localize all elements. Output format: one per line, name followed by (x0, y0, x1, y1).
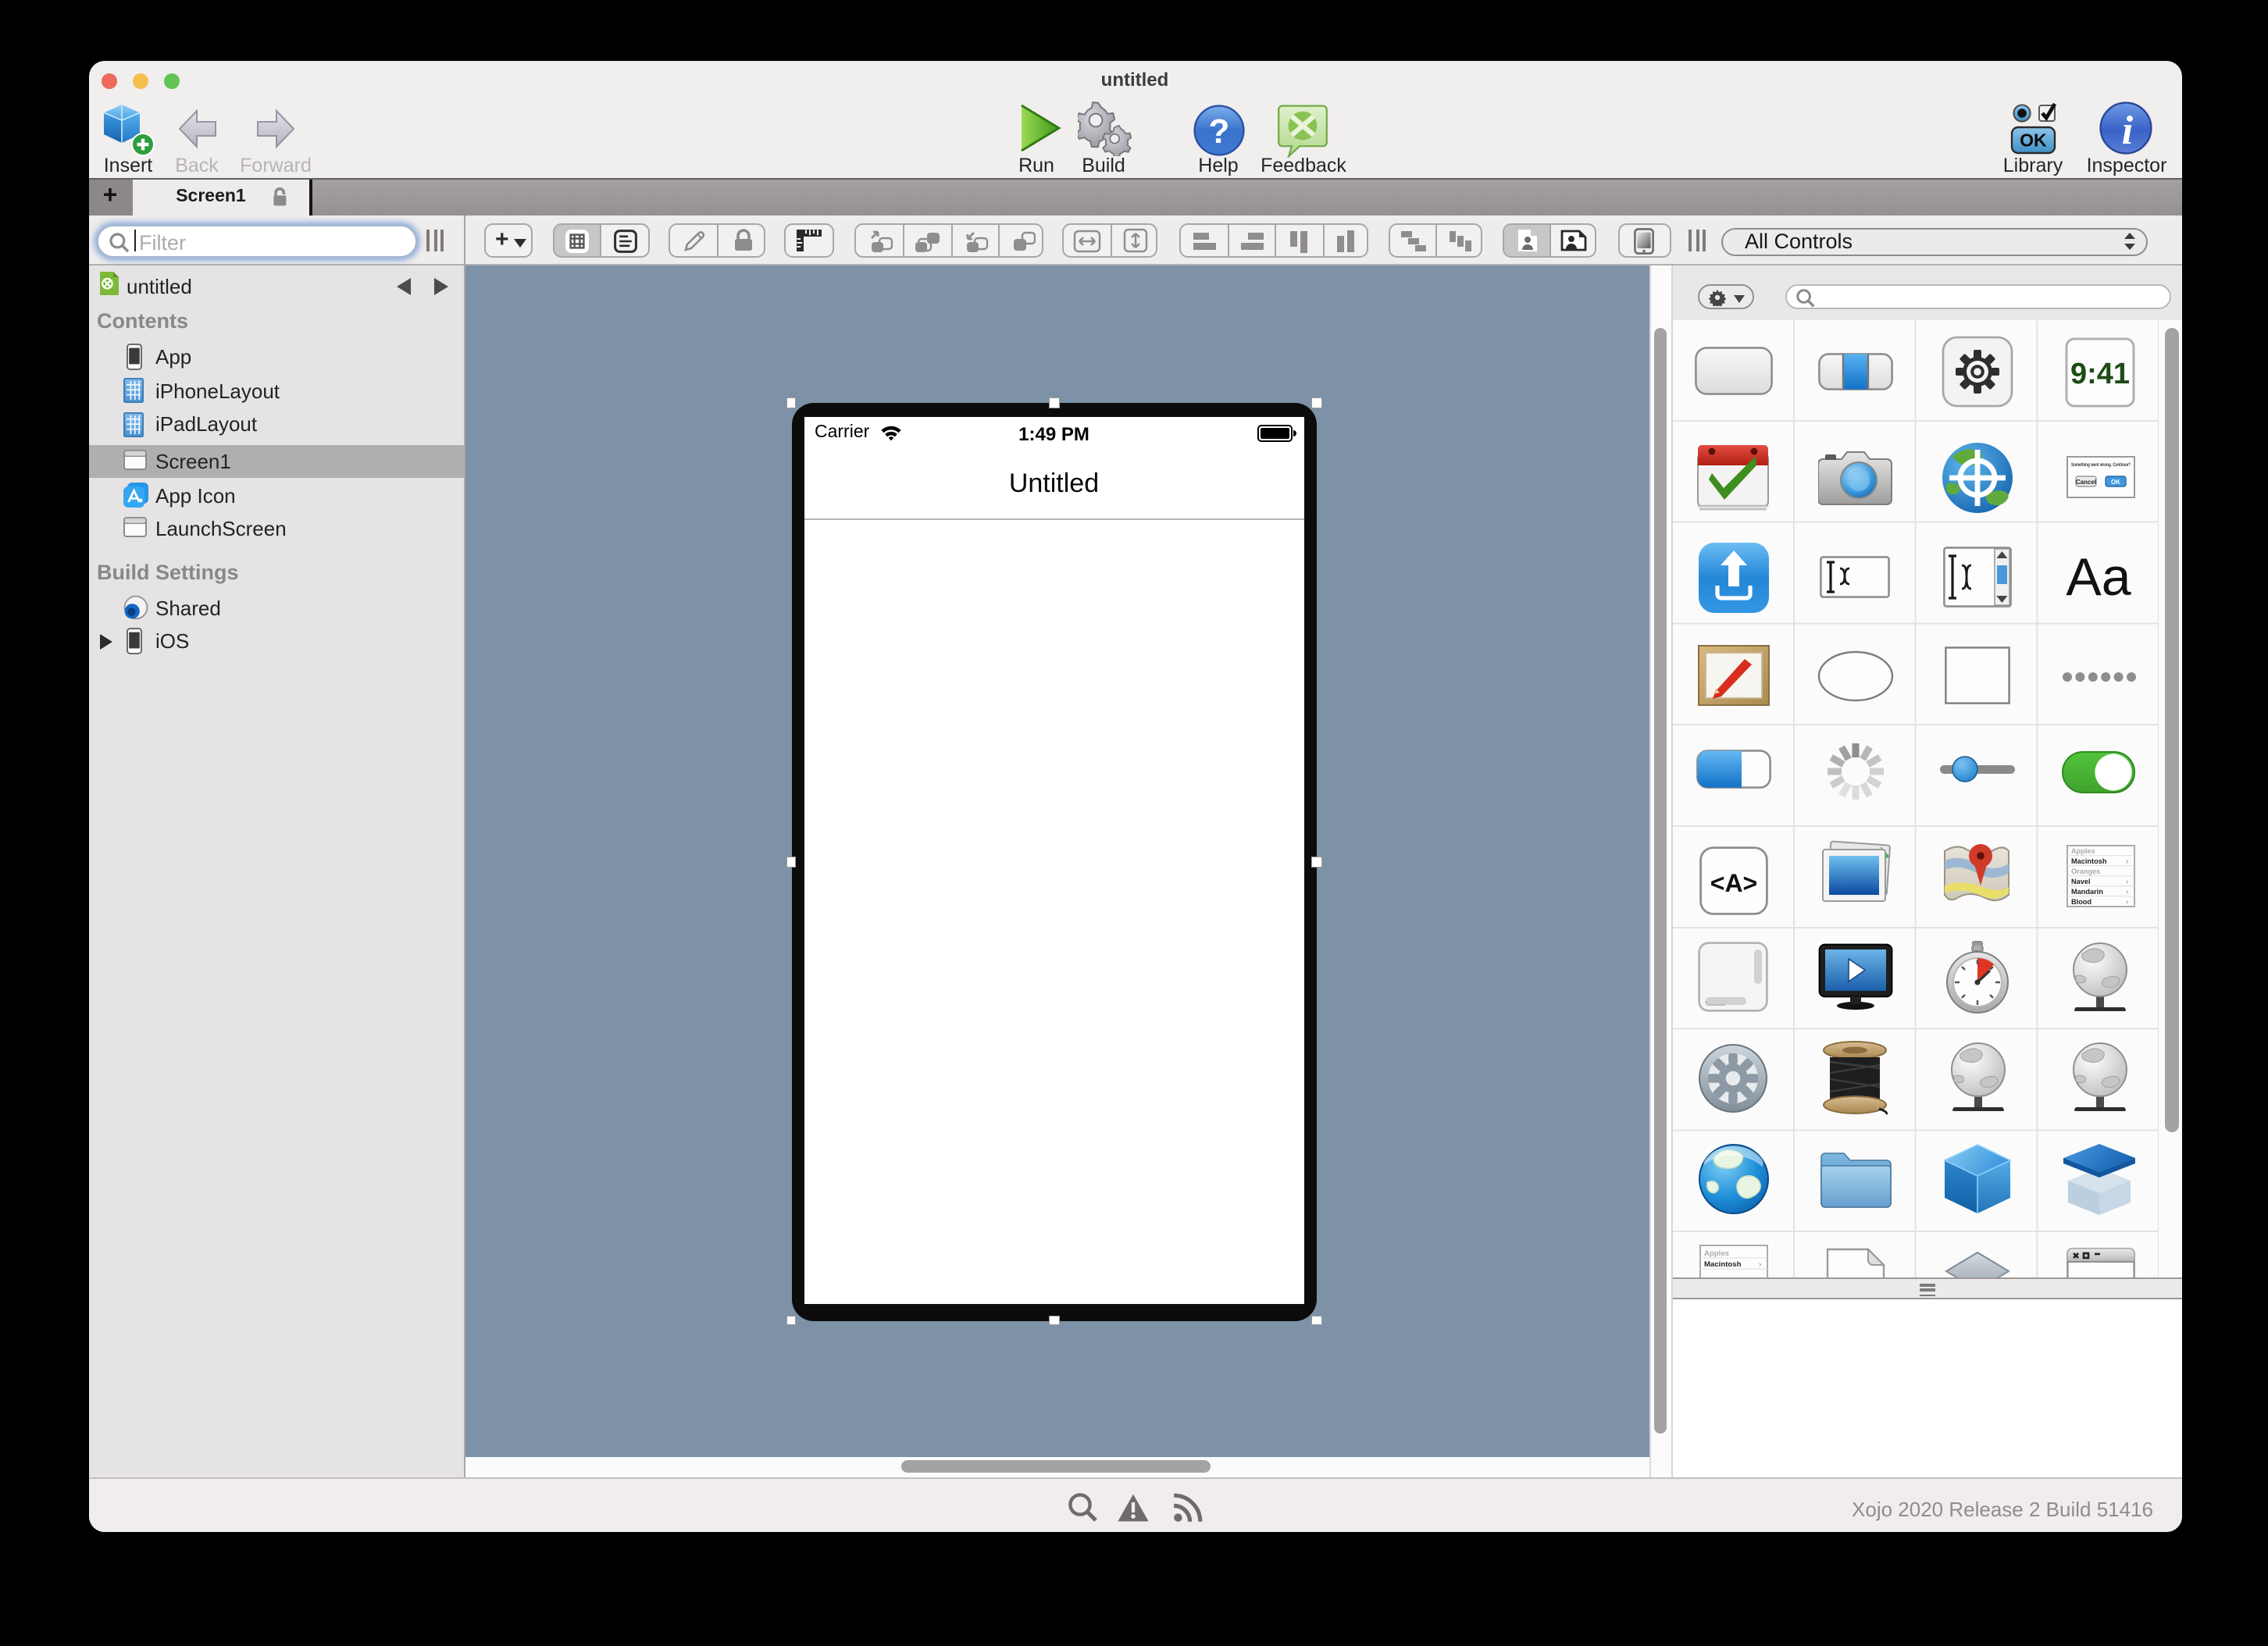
svg-text:›: › (2125, 857, 2127, 866)
svg-text:›: › (1758, 1260, 1760, 1269)
svg-text:Macintosh: Macintosh (1703, 1260, 1741, 1269)
svg-text:Blood: Blood (2070, 898, 2091, 906)
svg-text:i: i (2122, 109, 2134, 153)
svg-text:Navel: Navel (2070, 878, 2090, 885)
svg-text:Macintosh: Macintosh (2070, 857, 2106, 865)
svg-text:›: › (2125, 898, 2127, 907)
svg-text:?: ? (1209, 112, 1230, 150)
svg-text:Mandarin: Mandarin (2070, 888, 2102, 896)
svg-text:9:41: 9:41 (2070, 357, 2129, 390)
svg-text:Apples: Apples (2070, 847, 2095, 855)
svg-text:Apples: Apples (1703, 1249, 1728, 1258)
svg-text:Cancel: Cancel (2075, 479, 2095, 486)
svg-text:›: › (2125, 888, 2127, 896)
svg-text:OK: OK (2110, 479, 2120, 486)
svg-text:<A>: <A> (1710, 868, 1756, 896)
svg-text:OK: OK (2019, 130, 2046, 151)
svg-text:Oranges: Oranges (2070, 868, 2099, 875)
svg-text:›: › (2125, 878, 2127, 886)
svg-text:Something went wrong. Continue: Something went wrong. Continue? (2070, 462, 2130, 468)
